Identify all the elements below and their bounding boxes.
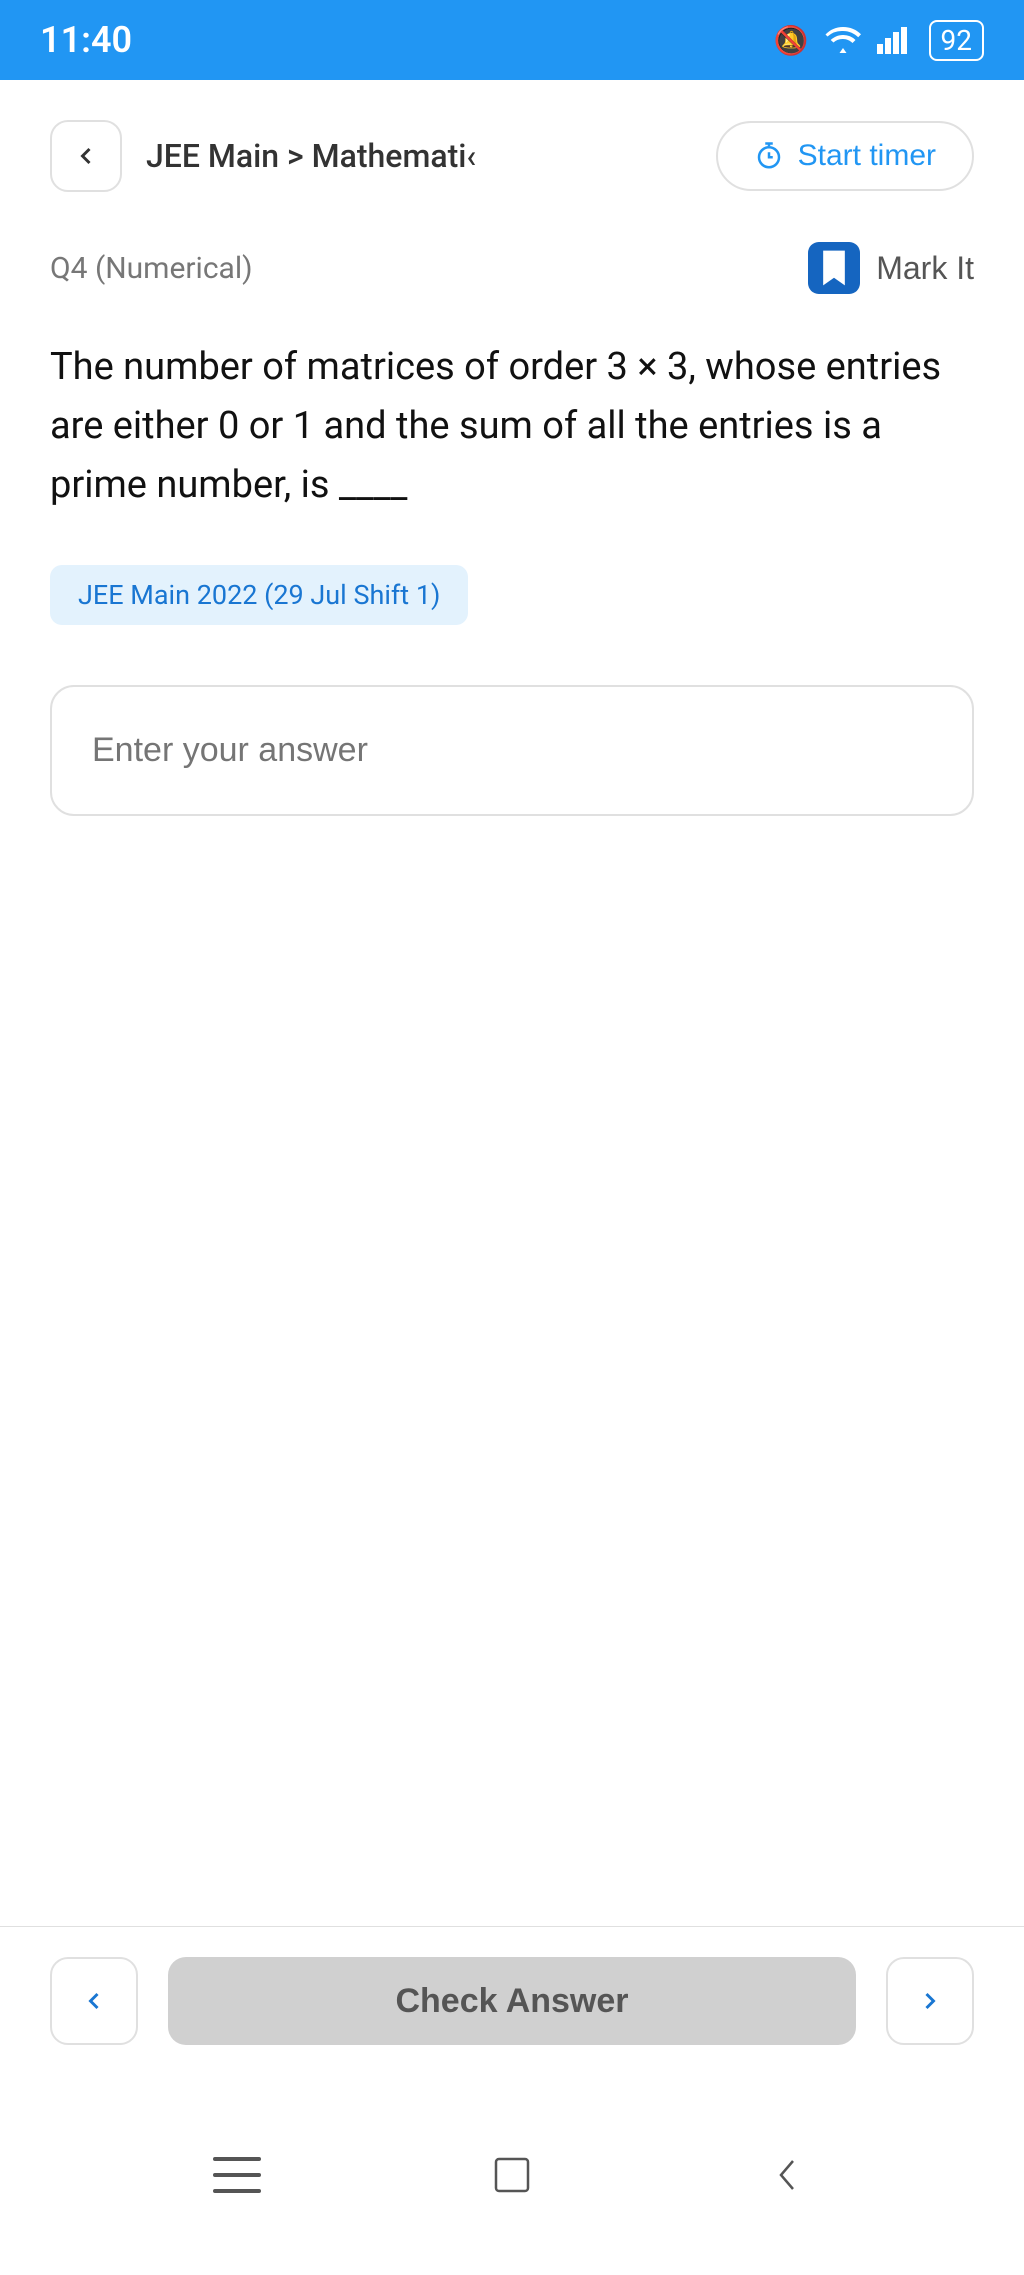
wifi-icon [825, 26, 861, 54]
next-question-button[interactable] [886, 1957, 974, 2045]
nav-left: JEE Main > Mathemati‹ [50, 120, 476, 192]
bottom-nav: Check Answer [0, 1926, 1024, 2075]
prev-question-button[interactable] [50, 1957, 138, 2045]
back-button[interactable] [50, 120, 122, 192]
start-timer-label: Start timer [798, 139, 936, 173]
breadcrumb: JEE Main > Mathemati‹ [146, 137, 476, 175]
main-content: JEE Main > Mathemati‹ Start timer Q4 (Nu… [0, 80, 1024, 816]
android-back-button[interactable] [757, 2145, 817, 2205]
android-bottom-bar [0, 2075, 1024, 2275]
status-icons: 🔕 92 [774, 20, 984, 61]
answer-input-container[interactable] [50, 685, 974, 816]
nav-row: JEE Main > Mathemati‹ Start timer [50, 120, 974, 192]
question-header: Q4 (Numerical) Mark It [50, 242, 974, 294]
check-answer-button[interactable]: Check Answer [168, 1957, 856, 2045]
status-bar: 11:40 🔕 92 [0, 0, 1024, 80]
question-tag: JEE Main 2022 (29 Jul Shift 1) [50, 565, 468, 625]
question-label: Q4 (Numerical) [50, 251, 253, 286]
status-time: 11:40 [40, 19, 132, 61]
start-timer-button[interactable]: Start timer [716, 121, 974, 191]
signal-icon [877, 26, 913, 54]
question-text: The number of matrices of order 3 × 3, w… [50, 338, 974, 515]
mute-icon: 🔕 [774, 24, 809, 57]
battery-level: 92 [929, 20, 984, 61]
mark-it-button[interactable]: Mark It [808, 242, 974, 294]
android-home-button[interactable] [482, 2145, 542, 2205]
mark-it-label: Mark It [876, 250, 974, 287]
android-menu-button[interactable] [207, 2145, 267, 2205]
answer-input[interactable] [92, 731, 932, 770]
